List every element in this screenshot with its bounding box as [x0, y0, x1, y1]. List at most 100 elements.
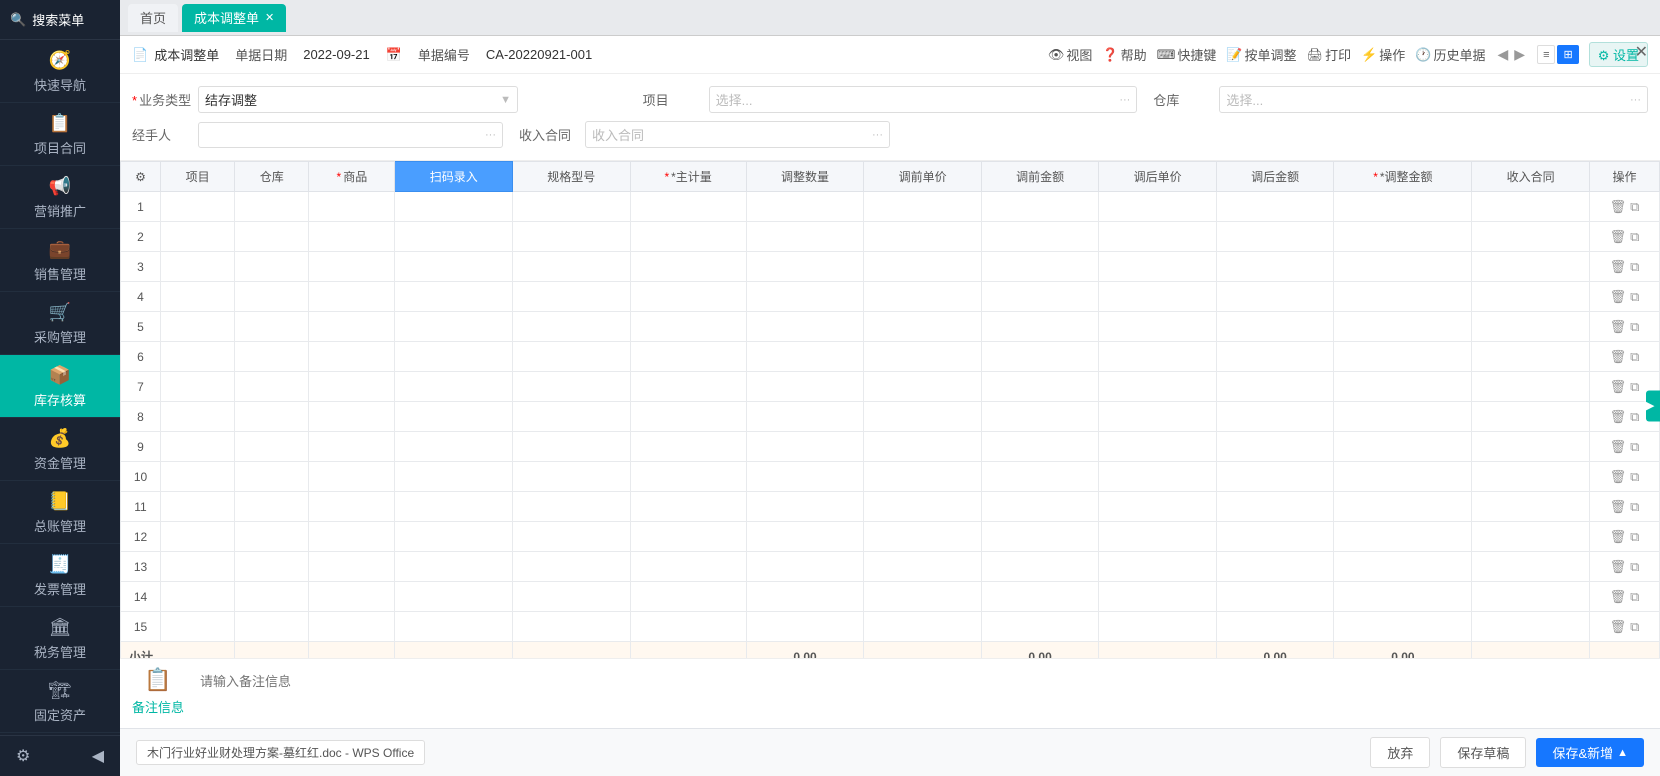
nav-next-btn[interactable]: ▶ [1512, 46, 1527, 63]
cell-income-contract[interactable] [1472, 252, 1590, 282]
row-delete-icon[interactable]: 🗑 [1610, 439, 1627, 455]
cell-before-amount[interactable] [981, 192, 1099, 222]
cell-scan[interactable] [395, 552, 513, 582]
cell-warehouse[interactable] [235, 252, 309, 282]
col-settings[interactable]: ⚙ [121, 162, 161, 192]
sidebar-item-finance[interactable]: 💰资金管理 [0, 418, 120, 481]
cell-product[interactable] [309, 522, 395, 552]
cell-after-amount[interactable] [1216, 522, 1334, 552]
calendar-icon[interactable]: 📅 [386, 47, 402, 63]
cell-after-price[interactable] [1099, 402, 1217, 432]
row-copy-icon[interactable]: ⧉ [1630, 469, 1639, 485]
sidebar-item-purchase-mgmt[interactable]: 🛒采购管理 [0, 292, 120, 355]
cell-income-contract[interactable] [1472, 552, 1590, 582]
cell-adj-qty[interactable] [746, 372, 864, 402]
cell-income-contract[interactable] [1472, 582, 1590, 612]
cell-after-amount[interactable] [1216, 372, 1334, 402]
cell-income-contract[interactable] [1472, 312, 1590, 342]
cell-unit[interactable] [630, 432, 746, 462]
row-delete-icon[interactable]: 🗑 [1610, 589, 1627, 605]
handler-field[interactable]: ··· [198, 122, 503, 148]
row-delete-icon[interactable]: 🗑 [1610, 259, 1627, 275]
close-window-btn[interactable]: ✕ [1623, 36, 1660, 68]
cell-before-amount[interactable] [981, 522, 1099, 552]
cell-spec[interactable] [512, 192, 630, 222]
cell-product[interactable] [309, 492, 395, 522]
cell-product[interactable] [309, 192, 395, 222]
cell-project[interactable] [161, 522, 235, 552]
cell-adj-qty[interactable] [746, 522, 864, 552]
cell-before-price[interactable] [864, 252, 982, 282]
review-btn[interactable]: 📝 按单调整 [1226, 45, 1296, 64]
row-copy-icon[interactable]: ⧉ [1630, 289, 1639, 305]
cell-before-price[interactable] [864, 312, 982, 342]
cell-adj-amount[interactable] [1334, 552, 1472, 582]
cell-scan[interactable] [395, 252, 513, 282]
cell-spec[interactable] [512, 492, 630, 522]
cell-after-price[interactable] [1099, 252, 1217, 282]
row-delete-icon[interactable]: 🗑 [1610, 529, 1627, 545]
row-delete-icon[interactable]: 🗑 [1610, 559, 1627, 575]
row-copy-icon[interactable]: ⧉ [1630, 619, 1639, 635]
project-field[interactable]: 选择... ··· [709, 86, 1138, 113]
operations-btn[interactable]: ⚡ 操作 [1361, 45, 1405, 64]
discard-button[interactable]: 放弃 [1370, 737, 1430, 768]
row-copy-icon[interactable]: ⧉ [1630, 529, 1639, 545]
cell-scan[interactable] [395, 582, 513, 612]
cell-warehouse[interactable] [235, 372, 309, 402]
income-contract-field[interactable]: 收入合同 ··· [585, 121, 890, 148]
cell-after-amount[interactable] [1216, 552, 1334, 582]
history-btn[interactable]: 🕐 历史单据 [1415, 45, 1485, 64]
cell-income-contract[interactable] [1472, 402, 1590, 432]
cell-unit[interactable] [630, 522, 746, 552]
cell-warehouse[interactable] [235, 552, 309, 582]
cell-unit[interactable] [630, 582, 746, 612]
sidebar-item-quick-nav[interactable]: 🧭快速导航 [0, 40, 120, 103]
cell-scan[interactable] [395, 342, 513, 372]
cell-spec[interactable] [512, 432, 630, 462]
cell-after-amount[interactable] [1216, 402, 1334, 432]
row-copy-icon[interactable]: ⧉ [1630, 199, 1639, 215]
cell-income-contract[interactable] [1472, 192, 1590, 222]
cell-unit[interactable] [630, 252, 746, 282]
cell-scan[interactable] [395, 192, 513, 222]
cell-after-amount[interactable] [1216, 342, 1334, 372]
tab-close-icon[interactable]: ✕ [265, 11, 274, 24]
cell-before-price[interactable] [864, 522, 982, 552]
cell-after-amount[interactable] [1216, 492, 1334, 522]
cell-product[interactable] [309, 342, 395, 372]
cell-adj-qty[interactable] [746, 192, 864, 222]
cell-product[interactable] [309, 372, 395, 402]
cell-project[interactable] [161, 192, 235, 222]
cell-before-price[interactable] [864, 612, 982, 642]
cell-scan[interactable] [395, 522, 513, 552]
row-copy-icon[interactable]: ⧉ [1630, 259, 1639, 275]
row-copy-icon[interactable]: ⧉ [1630, 589, 1639, 605]
cell-before-amount[interactable] [981, 492, 1099, 522]
cell-after-price[interactable] [1099, 372, 1217, 402]
cell-income-contract[interactable] [1472, 432, 1590, 462]
shortcut-btn[interactable]: ⌨ 快捷键 [1157, 45, 1217, 64]
cell-after-amount[interactable] [1216, 222, 1334, 252]
cell-adj-qty[interactable] [746, 252, 864, 282]
cell-adj-qty[interactable] [746, 492, 864, 522]
cell-before-price[interactable] [864, 402, 982, 432]
cell-project[interactable] [161, 282, 235, 312]
sidebar-settings-icon[interactable]: ⚙ [16, 746, 30, 766]
cell-before-price[interactable] [864, 372, 982, 402]
notes-input[interactable] [196, 667, 1648, 717]
cell-adj-qty[interactable] [746, 432, 864, 462]
cell-scan[interactable] [395, 312, 513, 342]
cell-after-price[interactable] [1099, 192, 1217, 222]
cell-income-contract[interactable] [1472, 522, 1590, 552]
cell-after-amount[interactable] [1216, 582, 1334, 612]
cell-after-price[interactable] [1099, 522, 1217, 552]
sidebar-collapse-icon[interactable]: ◀ [92, 746, 104, 766]
cell-product[interactable] [309, 402, 395, 432]
cell-unit[interactable] [630, 552, 746, 582]
taskbar-item[interactable]: 木门行业好业财处理方案-墓红红.doc - WPS Office [136, 740, 425, 765]
cell-scan[interactable] [395, 282, 513, 312]
cell-after-amount[interactable] [1216, 612, 1334, 642]
cell-after-amount[interactable] [1216, 312, 1334, 342]
cell-adj-amount[interactable] [1334, 522, 1472, 552]
